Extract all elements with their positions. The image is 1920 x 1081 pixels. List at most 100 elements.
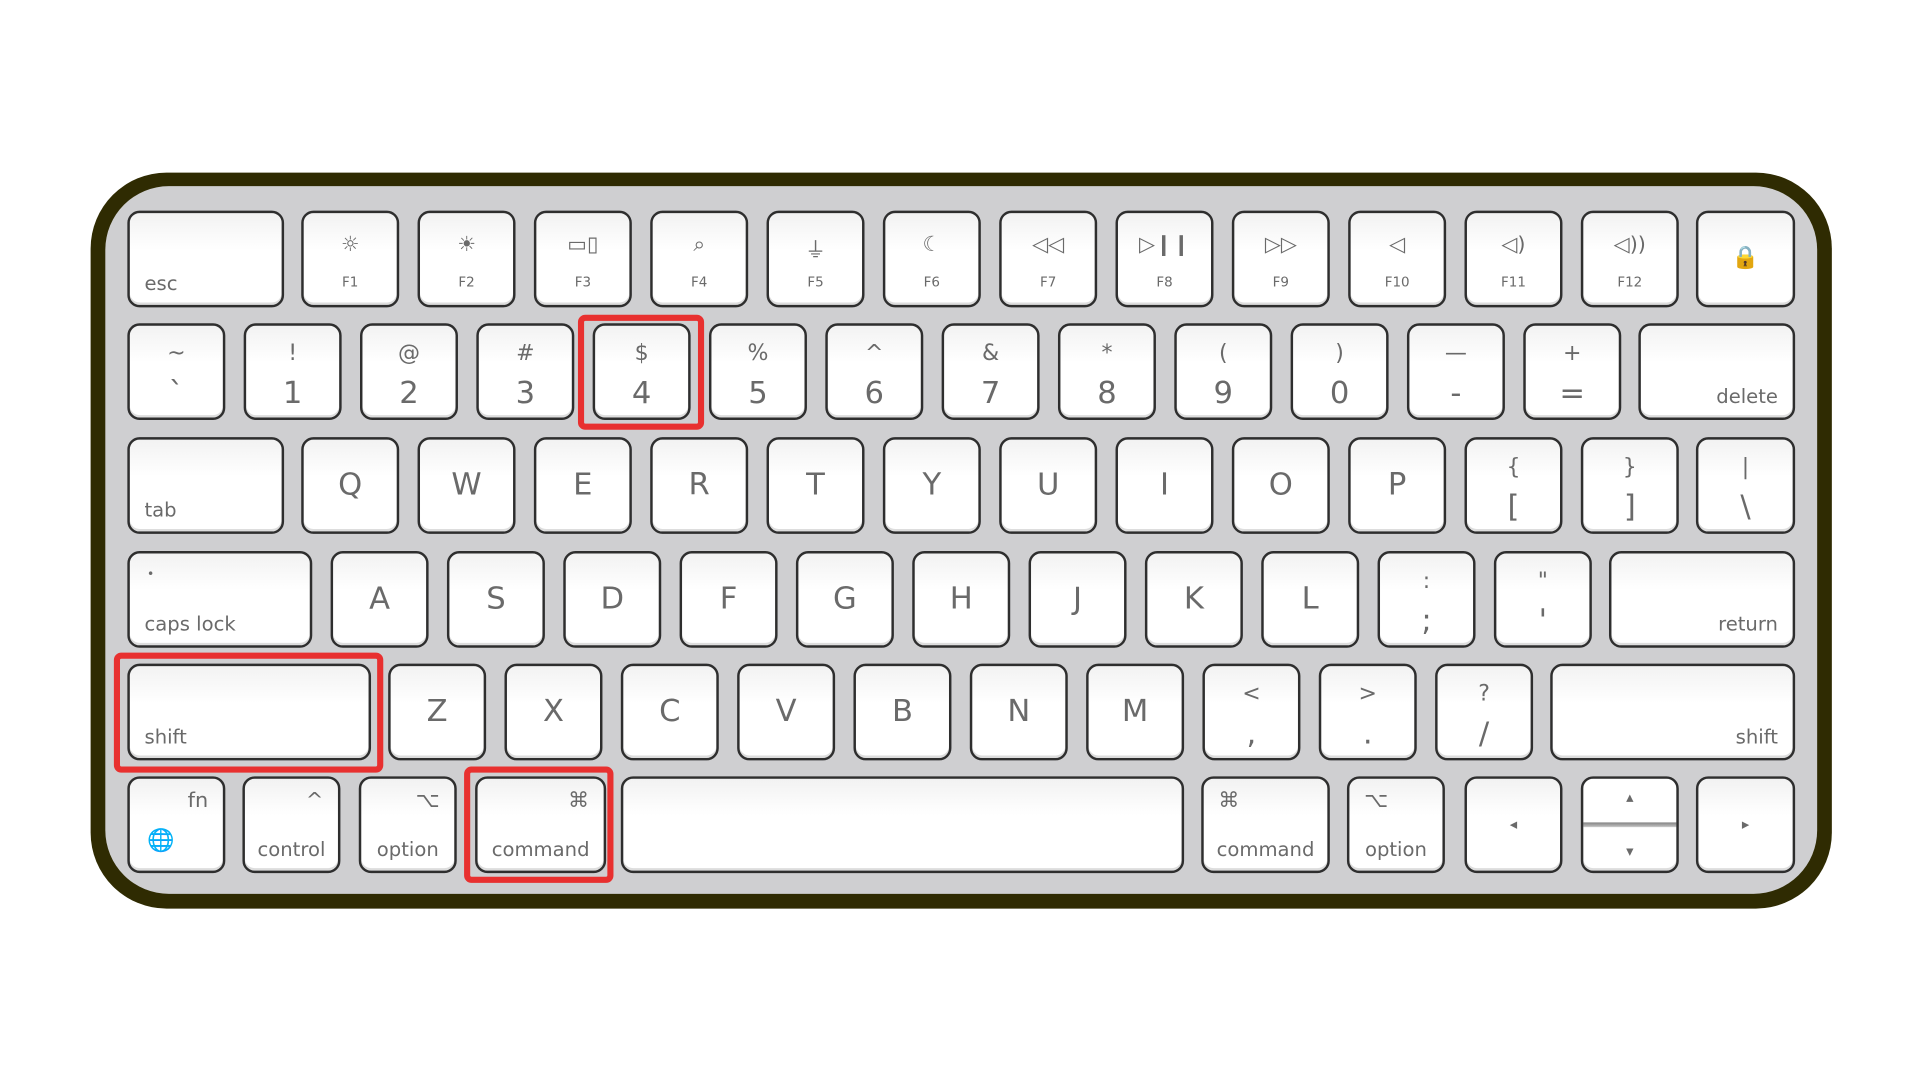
key-z[interactable]: Z	[388, 663, 487, 761]
key-legend: ,	[1246, 715, 1257, 751]
key-legend: command	[1216, 837, 1315, 861]
key--[interactable]: " '	[1493, 551, 1592, 648]
key--[interactable]: <,	[1202, 663, 1301, 761]
key-o[interactable]: O	[1231, 437, 1330, 534]
key-return[interactable]: return	[1608, 551, 1796, 648]
key-f5[interactable]: ⏚ F5	[766, 210, 865, 308]
key-5[interactable]: % 5	[708, 323, 807, 421]
key-u[interactable]: U	[999, 437, 1098, 534]
key-q[interactable]: Q	[301, 437, 400, 534]
key-f10[interactable]: ◁ F10	[1348, 210, 1447, 308]
key-legend: 0	[1329, 374, 1350, 411]
key-f6[interactable]: ☾ F6	[882, 210, 981, 308]
key-shift-legend: *	[1101, 340, 1113, 367]
key-legend: F	[719, 580, 738, 616]
key-lock[interactable]: 🔒	[1695, 210, 1796, 308]
key-f3[interactable]: ▭▯ F3	[533, 210, 632, 308]
key-control[interactable]: ^ control	[242, 776, 341, 874]
key-up-down[interactable]: ▴ ▾	[1580, 776, 1679, 874]
key-n[interactable]: N	[969, 663, 1068, 761]
key-option[interactable]: ⌥ option	[358, 776, 457, 874]
key-legend: F9	[1272, 274, 1289, 291]
key-h[interactable]: H	[912, 551, 1011, 648]
key-c[interactable]: C	[620, 663, 719, 761]
key--[interactable]: ? /	[1435, 663, 1534, 761]
key-modifier-symbol: ⌥	[415, 788, 440, 814]
key-legend: C	[659, 693, 681, 729]
key-1[interactable]: ! 1	[243, 323, 342, 421]
key-f1[interactable]: ☼ F1	[301, 210, 400, 308]
key--[interactable]: :;	[1377, 551, 1476, 648]
key-legend: 6	[864, 374, 885, 411]
key-y[interactable]: Y	[882, 437, 981, 534]
key-j[interactable]: J	[1028, 551, 1127, 648]
key-legend: .	[1362, 715, 1373, 751]
key-s[interactable]: S	[446, 551, 545, 648]
key-legend: esc	[144, 271, 178, 296]
key-shift-legend: {	[1506, 454, 1521, 481]
key-option[interactable]: ⌥ option	[1346, 776, 1445, 874]
key-t[interactable]: T	[766, 437, 865, 534]
key--[interactable]: + =	[1523, 323, 1622, 421]
key--[interactable]: {[	[1464, 437, 1563, 534]
key--[interactable]: | \	[1695, 437, 1796, 534]
key--[interactable]: >.	[1318, 663, 1417, 761]
mission-control-icon: ▭▯	[567, 232, 599, 258]
key-key[interactable]: fn 🌐	[127, 776, 226, 874]
key-3[interactable]: #3	[476, 323, 575, 421]
key-legend: shift	[1735, 724, 1778, 749]
key-9[interactable]: (9	[1174, 323, 1273, 421]
key-f11[interactable]: ◁) F11	[1464, 210, 1563, 308]
key-8[interactable]: * 8	[1057, 323, 1156, 421]
key-f[interactable]: F	[679, 551, 778, 648]
key-x[interactable]: X	[504, 663, 603, 761]
key-delete[interactable]: delete	[1638, 323, 1796, 421]
key-legend: I	[1159, 466, 1170, 503]
key-a[interactable]: A	[330, 551, 429, 648]
key-command[interactable]: ⌘ command	[1201, 776, 1330, 874]
key-k[interactable]: K	[1144, 551, 1243, 648]
key-2[interactable]: @2	[360, 323, 458, 421]
key-g[interactable]: G	[795, 551, 894, 648]
key-legend: option	[376, 837, 439, 861]
highlight-command-key	[464, 766, 614, 883]
key-tab[interactable]: tab	[127, 437, 285, 534]
key-legend: K	[1183, 580, 1204, 616]
play-pause-icon: ▷❙❙	[1139, 232, 1190, 258]
key-l[interactable]: L	[1261, 551, 1360, 648]
key-legend: control	[257, 837, 326, 861]
key--[interactable]: }]	[1580, 437, 1679, 534]
key-w[interactable]: W	[417, 437, 516, 534]
key-shift[interactable]: shift	[1550, 663, 1796, 761]
key-e[interactable]: E	[533, 437, 632, 534]
key-shift-legend: "	[1537, 568, 1548, 594]
key-f8[interactable]: ▷❙❙ F8	[1115, 210, 1214, 308]
key-left[interactable]: ◂	[1464, 776, 1563, 874]
key-p[interactable]: P	[1348, 437, 1447, 534]
key-space[interactable]	[620, 776, 1185, 874]
key-0[interactable]: ) 0	[1290, 323, 1389, 421]
key--[interactable]: — -	[1406, 323, 1505, 421]
key-legend: F12	[1617, 274, 1643, 291]
key-legend: S	[486, 580, 506, 616]
brightness-up-icon: ☀	[457, 232, 476, 258]
key-caps-lock[interactable]: caps lock •	[127, 551, 313, 648]
key-right[interactable]: ▸	[1695, 776, 1796, 874]
key-legend: 1	[282, 374, 303, 411]
key-m[interactable]: M	[1086, 663, 1185, 761]
key-f9[interactable]: ▷▷ F9	[1231, 210, 1330, 308]
key-f2[interactable]: ☀ F2	[417, 210, 516, 308]
key-6[interactable]: ^ 6	[825, 323, 924, 421]
key-7[interactable]: & 7	[941, 323, 1040, 421]
key-r[interactable]: R	[650, 437, 749, 534]
key--[interactable]: ~ `	[127, 323, 226, 421]
key-v[interactable]: V	[737, 663, 836, 761]
key-esc[interactable]: esc	[127, 210, 285, 308]
key-f4[interactable]: ⌕ F4	[650, 210, 749, 308]
key-f12[interactable]: ◁)) F12	[1580, 210, 1679, 308]
key-shift-legend: @	[397, 340, 421, 367]
key-f7[interactable]: ◁◁ F7	[999, 210, 1098, 308]
key-d[interactable]: D	[563, 551, 662, 648]
key-b[interactable]: B	[853, 663, 952, 761]
key-i[interactable]: I	[1115, 437, 1214, 534]
